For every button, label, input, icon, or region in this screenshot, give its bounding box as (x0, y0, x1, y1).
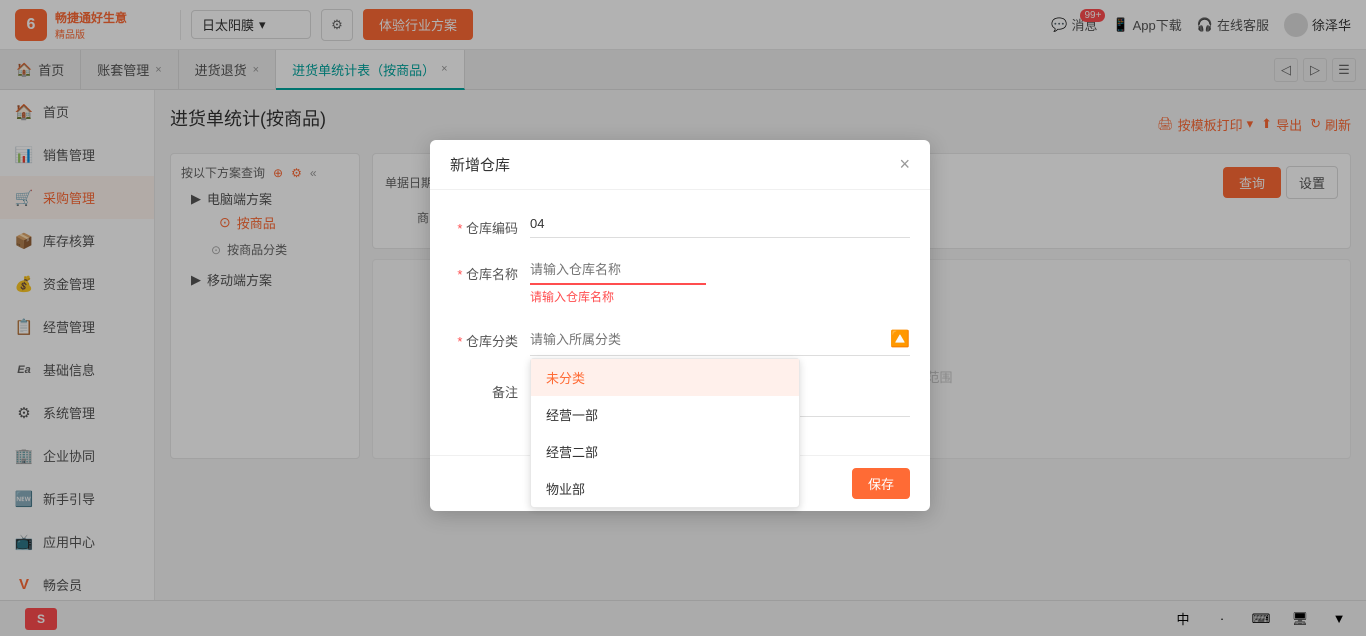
name-input[interactable] (530, 256, 706, 285)
code-input[interactable] (530, 210, 910, 238)
category-label: 仓库分类 (450, 323, 530, 350)
dropdown-item-dept2[interactable]: 经营二部 (531, 433, 799, 470)
code-label: 仓库编码 (450, 210, 530, 237)
dialog-close-button[interactable]: × (899, 154, 910, 175)
name-error-msg: 请输入仓库名称 (530, 288, 706, 305)
form-row-code: 仓库编码 (450, 210, 910, 238)
category-dropdown: 未分类 经营一部 经营二部 物业部 (530, 358, 800, 508)
category-toggle-icon[interactable]: 🔼 (890, 329, 910, 349)
category-input[interactable] (530, 332, 890, 347)
name-field-wrap: 请输入仓库名称 (530, 256, 706, 305)
remark-label: 备注 (450, 374, 530, 401)
dropdown-item-property[interactable]: 物业部 (531, 470, 799, 507)
name-label: 仓库名称 (450, 256, 530, 283)
new-warehouse-dialog: 新增仓库 × 仓库编码 仓库名称 请输入仓库名称 仓库分类 🔼 (430, 140, 930, 511)
form-row-category: 仓库分类 🔼 未分类 经营一部 经营二部 物业部 (450, 323, 910, 356)
dialog-header: 新增仓库 × (430, 140, 930, 190)
dialog-body: 仓库编码 仓库名称 请输入仓库名称 仓库分类 🔼 未分类 (430, 190, 930, 455)
dropdown-item-uncategorized[interactable]: 未分类 (531, 359, 799, 396)
form-row-name: 仓库名称 请输入仓库名称 (450, 256, 910, 305)
dropdown-item-dept1[interactable]: 经营一部 (531, 396, 799, 433)
category-selector[interactable]: 🔼 (530, 323, 910, 356)
save-button[interactable]: 保存 (852, 468, 910, 499)
dialog-title: 新增仓库 (450, 154, 510, 175)
